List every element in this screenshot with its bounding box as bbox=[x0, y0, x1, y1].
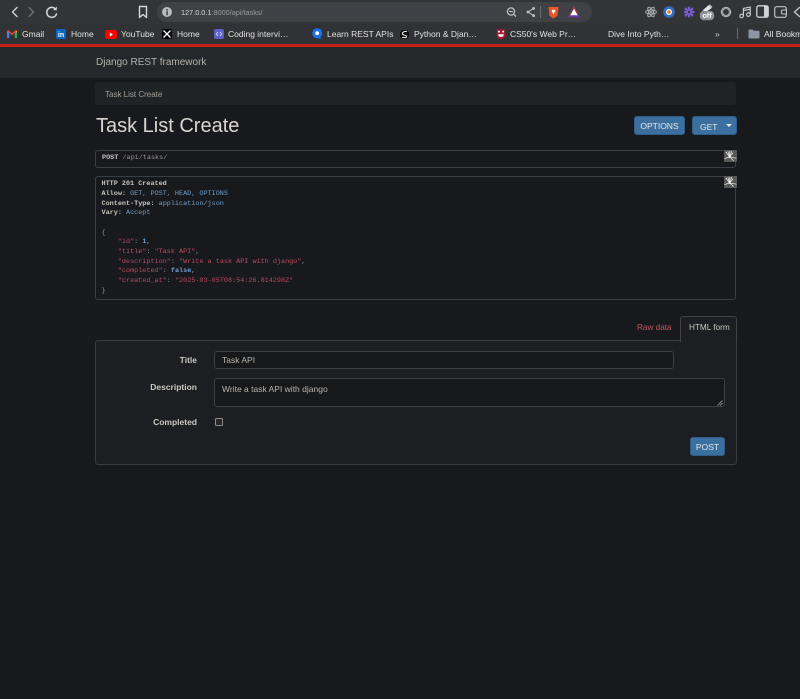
svg-text:in: in bbox=[58, 32, 64, 39]
svg-text:off: off bbox=[702, 11, 712, 20]
